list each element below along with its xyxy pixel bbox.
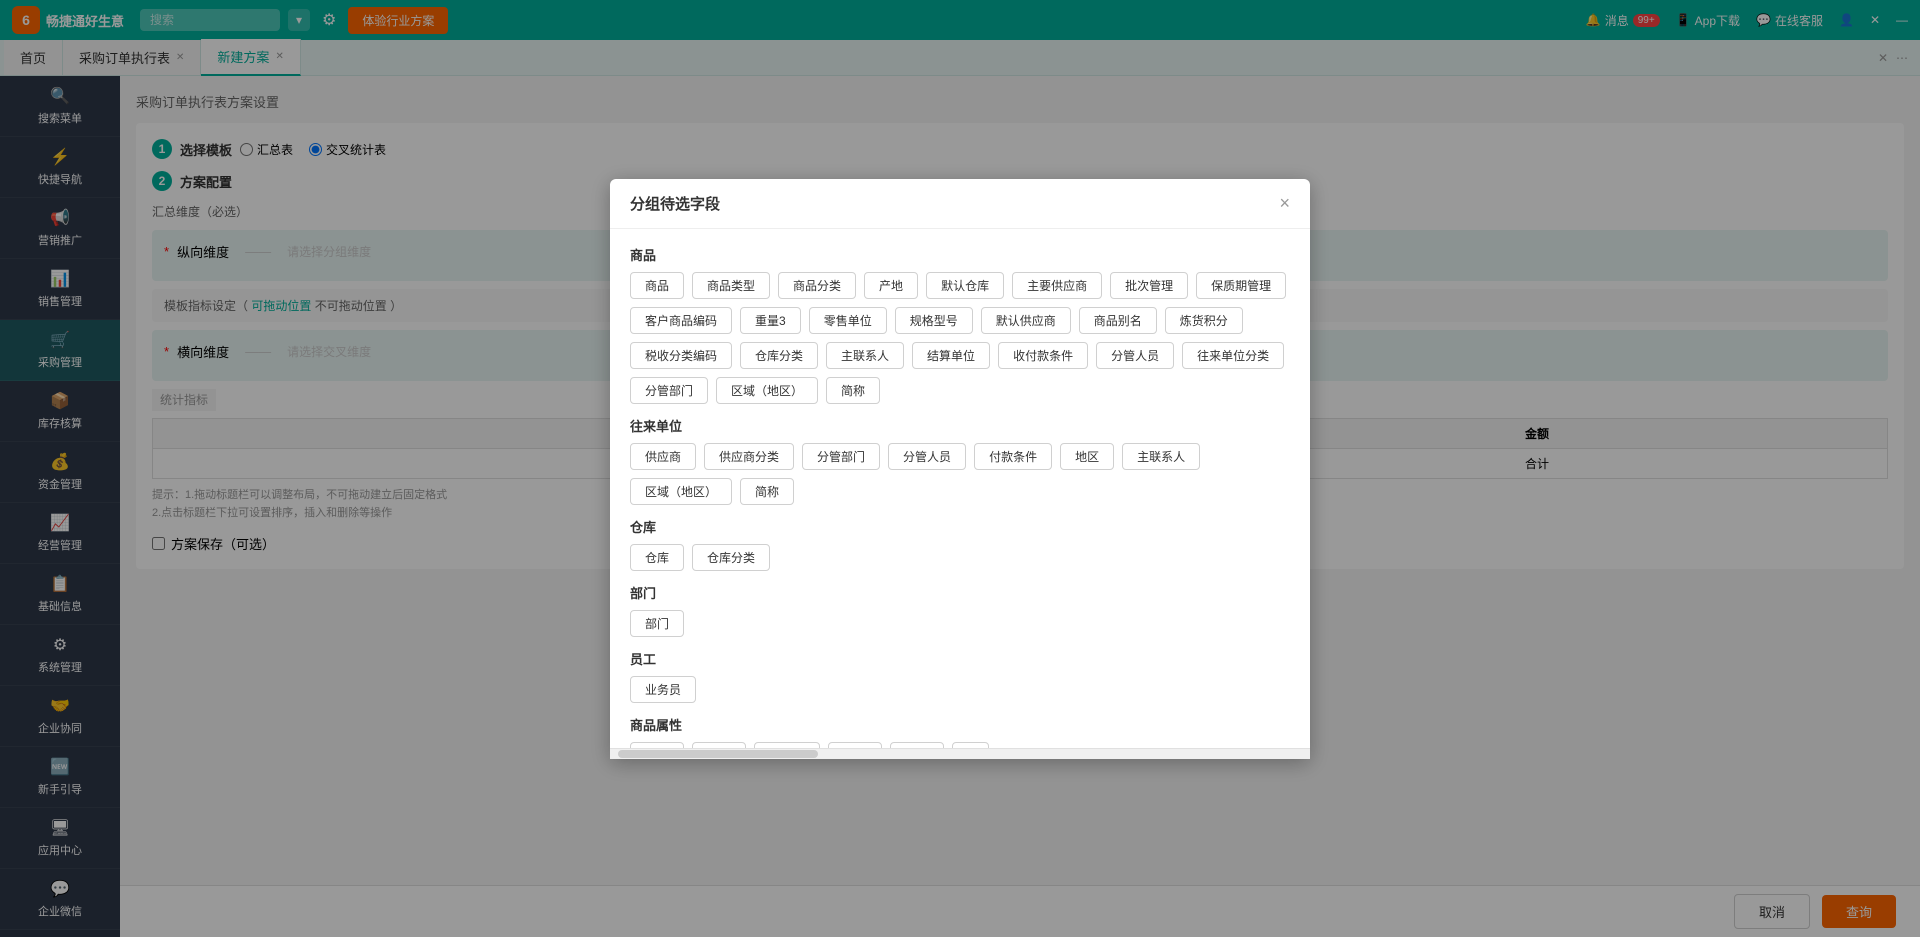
field-origin[interactable]: 产地 (864, 272, 918, 299)
field-region-partner[interactable]: 地区 (1060, 443, 1114, 470)
modal-close-button[interactable]: × (1279, 193, 1290, 214)
section-title-staff: 员工 (630, 649, 1290, 668)
field-supplier[interactable]: 供应商 (630, 443, 696, 470)
field-warehouse-category[interactable]: 仓库分类 (740, 342, 818, 369)
modal-header: 分组待选字段 × (610, 179, 1310, 229)
field-retail-unit[interactable]: 零售单位 (809, 307, 887, 334)
field-salesperson[interactable]: 业务员 (630, 676, 696, 703)
fields-grid-goods: 商品 商品类型 商品分类 产地 默认仓库 主要供应商 批次管理 保质期管理 客户… (630, 272, 1290, 404)
field-dept[interactable]: 部门 (630, 610, 684, 637)
fields-grid-dept: 部门 (630, 610, 1290, 637)
modal-body: 商品 商品 商品类型 商品分类 产地 默认仓库 主要供应商 批次管理 保质期管理… (610, 229, 1310, 748)
section-title-goods: 商品 (630, 245, 1290, 264)
section-title-goods-attr: 商品属性 (630, 715, 1290, 734)
field-goods-category[interactable]: 商品分类 (778, 272, 856, 299)
modal-title: 分组待选字段 (630, 193, 720, 214)
field-main-contact-partner[interactable]: 主联系人 (1122, 443, 1200, 470)
field-main-contact[interactable]: 主联系人 (826, 342, 904, 369)
section-title-warehouse: 仓库 (630, 517, 1290, 536)
modal-field-selector: 分组待选字段 × 商品 商品 商品类型 商品分类 产地 默认仓库 主要供应商 批… (610, 179, 1310, 759)
field-payment-terms[interactable]: 收付款条件 (998, 342, 1088, 369)
field-dept-partner[interactable]: 分管部门 (802, 443, 880, 470)
modal-hscroll-thumb (618, 750, 818, 758)
field-default-supplier[interactable]: 默认供应商 (981, 307, 1071, 334)
field-goods[interactable]: 商品 (630, 272, 684, 299)
section-title-dept: 部门 (630, 583, 1290, 602)
field-customer-code[interactable]: 客户商品编码 (630, 307, 732, 334)
field-expiry-mgmt[interactable]: 保质期管理 (1196, 272, 1286, 299)
fields-grid-staff: 业务员 (630, 676, 1290, 703)
field-supervisor[interactable]: 分管人员 (1096, 342, 1174, 369)
modal-horizontal-scrollbar[interactable] (610, 748, 1310, 759)
field-default-warehouse[interactable]: 默认仓库 (926, 272, 1004, 299)
field-supervisor-partner[interactable]: 分管人员 (888, 443, 966, 470)
field-dept-managed[interactable]: 分管部门 (630, 377, 708, 404)
field-refine-points[interactable]: 炼货积分 (1165, 307, 1243, 334)
field-short-name-goods[interactable]: 简称 (826, 377, 880, 404)
field-payment-cond[interactable]: 付款条件 (974, 443, 1052, 470)
field-main-supplier[interactable]: 主要供应商 (1012, 272, 1102, 299)
field-goods-type[interactable]: 商品类型 (692, 272, 770, 299)
field-partner-category[interactable]: 往来单位分类 (1182, 342, 1284, 369)
field-warehouse-cat[interactable]: 仓库分类 (692, 544, 770, 571)
field-warehouse[interactable]: 仓库 (630, 544, 684, 571)
field-settlement-unit[interactable]: 结算单位 (912, 342, 990, 369)
field-supplier-category[interactable]: 供应商分类 (704, 443, 794, 470)
field-region2-partner[interactable]: 区域（地区） (630, 478, 732, 505)
fields-grid-warehouse: 仓库 仓库分类 (630, 544, 1290, 571)
field-batch-mgmt[interactable]: 批次管理 (1110, 272, 1188, 299)
field-goods-alias[interactable]: 商品别名 (1079, 307, 1157, 334)
fields-grid-partner: 供应商 供应商分类 分管部门 分管人员 付款条件 地区 主联系人 区域（地区） … (630, 443, 1290, 505)
field-weight3[interactable]: 重量3 (740, 307, 801, 334)
field-region-goods[interactable]: 区域（地区） (716, 377, 818, 404)
field-short-name-partner[interactable]: 简称 (740, 478, 794, 505)
section-title-partner: 往来单位 (630, 416, 1290, 435)
field-spec-model[interactable]: 规格型号 (895, 307, 973, 334)
modal-overlay: 分组待选字段 × 商品 商品 商品类型 商品分类 产地 默认仓库 主要供应商 批… (0, 0, 1920, 937)
field-tax-code[interactable]: 税收分类编码 (630, 342, 732, 369)
